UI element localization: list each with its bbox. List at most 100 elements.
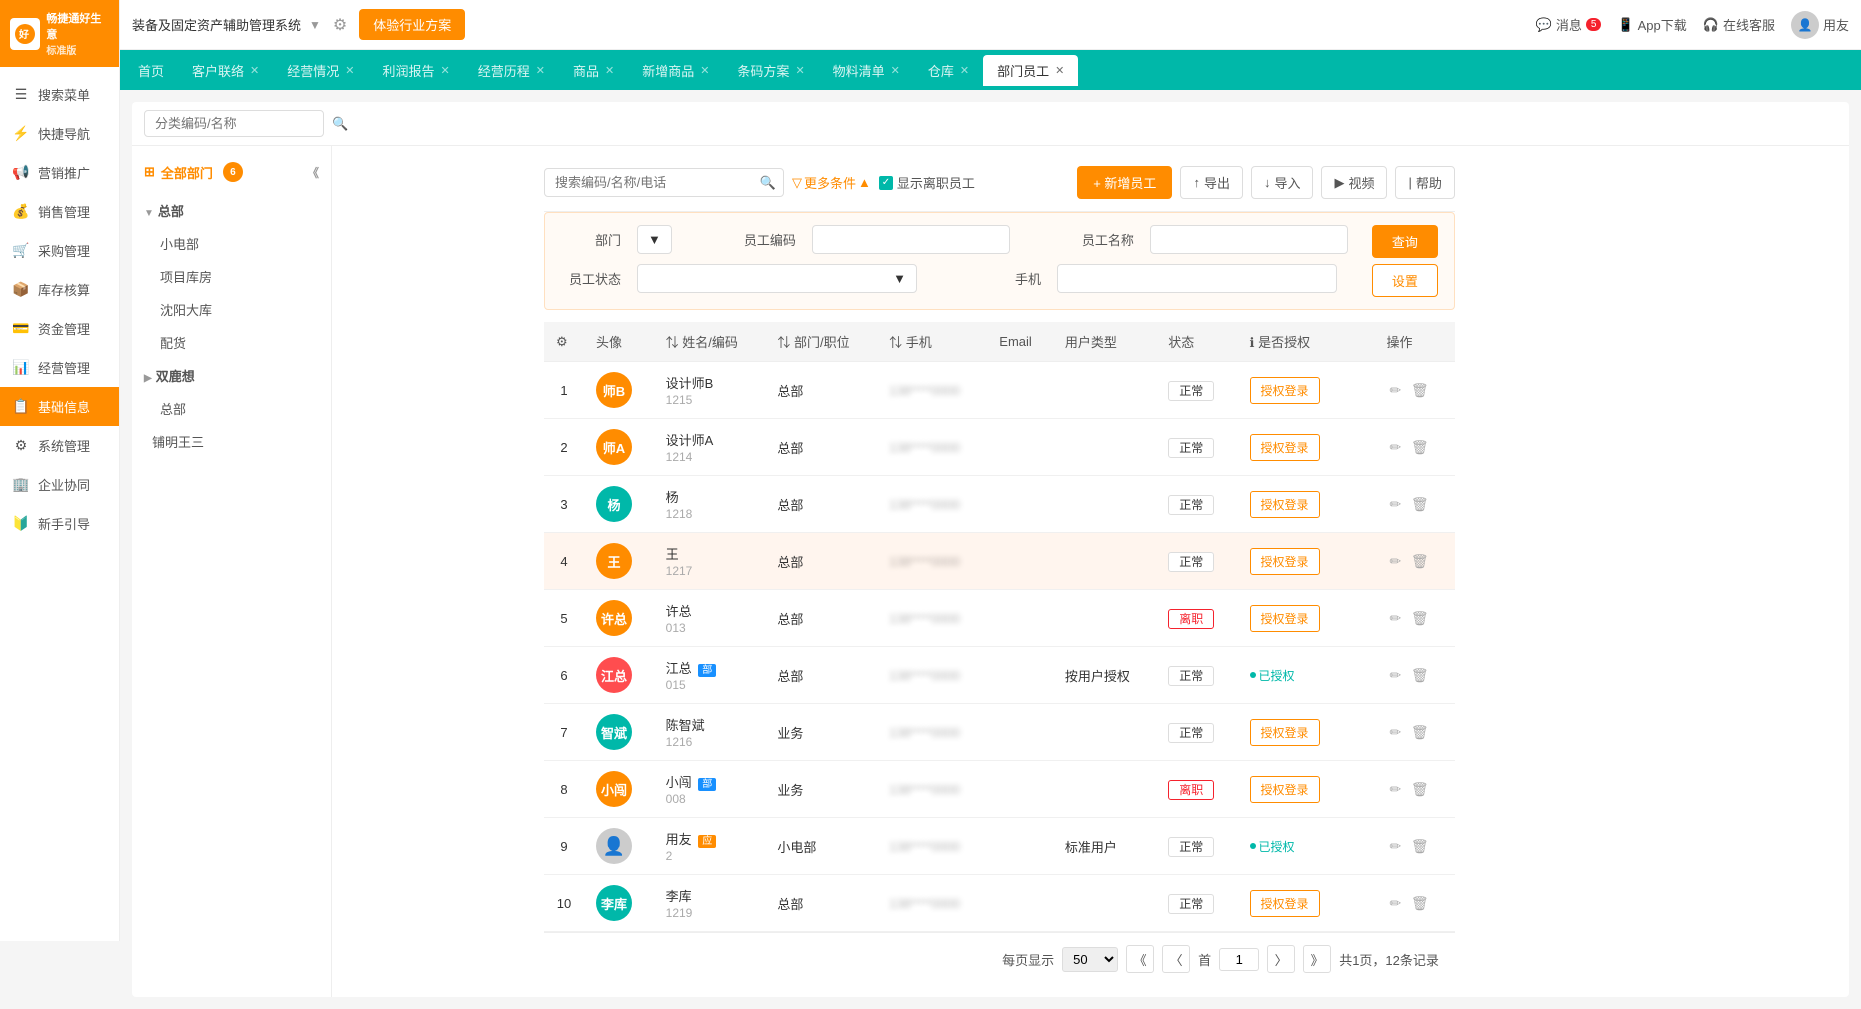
dept-group-shuangmeng[interactable]: ▶双鹿想 bbox=[132, 359, 331, 392]
settings-icon[interactable]: ⚙ bbox=[333, 15, 347, 35]
delete-icon[interactable]: 🗑 bbox=[1411, 781, 1429, 797]
sidebar-item-marketing[interactable]: 📢 营销推广 bbox=[0, 153, 119, 192]
tab-warehouse[interactable]: 仓库 ✕ bbox=[914, 55, 983, 86]
delete-icon[interactable]: 🗑 bbox=[1411, 724, 1429, 740]
emp-status-select[interactable]: ▼ bbox=[637, 264, 917, 293]
edit-icon[interactable]: ✏ bbox=[1390, 838, 1402, 854]
tab-operation-status[interactable]: 经营情况 ✕ bbox=[273, 55, 368, 86]
auth-login-btn[interactable]: 授权登录 bbox=[1250, 890, 1320, 917]
tab-goods[interactable]: 商品 ✕ bbox=[559, 55, 628, 86]
tab-customer[interactable]: 客户联络 ✕ bbox=[178, 55, 273, 86]
tab-bom[interactable]: 物料清单 ✕ bbox=[819, 55, 914, 86]
col-name-code[interactable]: ⇅ 姓名/编码 bbox=[654, 322, 766, 362]
edit-icon[interactable]: ✏ bbox=[1390, 382, 1402, 398]
help-btn[interactable]: | 帮助 bbox=[1395, 166, 1454, 199]
first-page-btn[interactable]: 《 bbox=[1126, 945, 1154, 973]
auth-login-btn[interactable]: 授权登录 bbox=[1250, 719, 1320, 746]
tab-warehouse-close-icon[interactable]: ✕ bbox=[960, 64, 969, 77]
sidebar-item-sales[interactable]: 💰 销售管理 bbox=[0, 192, 119, 231]
per-page-select[interactable]: 50 20 100 bbox=[1062, 947, 1118, 972]
edit-icon[interactable]: ✏ bbox=[1390, 553, 1402, 569]
delete-icon[interactable]: 🗑 bbox=[1411, 895, 1429, 911]
show-resign-toggle[interactable]: ✓ 显示离职员工 bbox=[879, 173, 975, 192]
sidebar-item-operation[interactable]: 📊 经营管理 bbox=[0, 348, 119, 387]
dept-filter-icon[interactable]: 6 bbox=[223, 162, 243, 182]
tab-customer-close-icon[interactable]: ✕ bbox=[250, 64, 259, 77]
tab-add-goods[interactable]: 新增商品 ✕ bbox=[628, 55, 723, 86]
next-page-btn[interactable]: 〉 bbox=[1267, 945, 1295, 973]
dept-sub-xiangmu[interactable]: 项目库房 bbox=[132, 260, 331, 293]
add-employee-btn[interactable]: + 新增员工 bbox=[1077, 166, 1172, 199]
last-page-btn[interactable]: 》 bbox=[1303, 945, 1331, 973]
tab-biz-history[interactable]: 经营历程 ✕ bbox=[464, 55, 559, 86]
edit-icon[interactable]: ✏ bbox=[1390, 781, 1402, 797]
try-industry-btn[interactable]: 体验行业方案 bbox=[359, 9, 465, 40]
tab-profit[interactable]: 利润报告 ✕ bbox=[368, 55, 463, 86]
dept-collapse-icon[interactable]: 《 bbox=[307, 164, 319, 181]
prev-page-btn[interactable]: 〈 bbox=[1162, 945, 1190, 973]
emp-name-input[interactable] bbox=[1150, 225, 1348, 254]
online-service-btn[interactable]: 🎧 在线客服 bbox=[1703, 15, 1775, 34]
tab-operation-status-close-icon[interactable]: ✕ bbox=[345, 64, 354, 77]
app-download-btn[interactable]: 📱 App下载 bbox=[1617, 15, 1686, 34]
delete-icon[interactable]: 🗑 bbox=[1411, 610, 1429, 626]
auth-login-btn[interactable]: 授权登录 bbox=[1250, 605, 1320, 632]
show-resign-checkbox[interactable]: ✓ bbox=[879, 176, 893, 190]
edit-icon[interactable]: ✏ bbox=[1390, 667, 1402, 683]
sidebar-item-quicknav[interactable]: ⚡ 快捷导航 bbox=[0, 114, 119, 153]
delete-icon[interactable]: 🗑 bbox=[1411, 838, 1429, 854]
page-input[interactable] bbox=[1219, 948, 1259, 971]
tab-barcode-close-icon[interactable]: ✕ bbox=[795, 64, 804, 77]
delete-icon[interactable]: 🗑 bbox=[1411, 496, 1429, 512]
tab-add-goods-close-icon[interactable]: ✕ bbox=[700, 64, 709, 77]
message-btn[interactable]: 💬 消息 5 bbox=[1536, 15, 1602, 34]
sidebar-item-guide[interactable]: 🔰 新手引导 bbox=[0, 504, 119, 543]
dept-sub-peihuo[interactable]: 配货 bbox=[132, 326, 331, 359]
dept-sub-zongbu2[interactable]: 总部 bbox=[132, 392, 331, 425]
sidebar-item-purchase[interactable]: 🛒 采购管理 bbox=[0, 231, 119, 270]
dept-sub-shenyang[interactable]: 沈阳大库 bbox=[132, 293, 331, 326]
dept-item-puming[interactable]: 铺明王三 bbox=[132, 425, 331, 458]
tab-biz-history-close-icon[interactable]: ✕ bbox=[536, 64, 545, 77]
phone-input[interactable] bbox=[1057, 264, 1337, 293]
user-menu-btn[interactable]: 👤 用友 bbox=[1791, 11, 1849, 39]
tab-home[interactable]: 首页 bbox=[124, 55, 178, 86]
category-search-input[interactable] bbox=[144, 110, 324, 137]
auth-login-btn[interactable]: 授权登录 bbox=[1250, 491, 1320, 518]
tab-bom-close-icon[interactable]: ✕ bbox=[891, 64, 900, 77]
dept-sub-xiaodian[interactable]: 小电部 bbox=[132, 227, 331, 260]
sidebar-item-enterprise[interactable]: 🏢 企业协同 bbox=[0, 465, 119, 504]
set-btn[interactable]: 设置 bbox=[1372, 264, 1438, 297]
dropdown-arrow-icon[interactable]: ▼ bbox=[309, 18, 321, 32]
export-btn[interactable]: ↑ 导出 bbox=[1180, 166, 1243, 199]
search-submit-icon[interactable]: 🔍 bbox=[760, 175, 776, 191]
tab-dept-staff[interactable]: 部门员工 ✕ bbox=[983, 55, 1078, 86]
delete-icon[interactable]: 🗑 bbox=[1411, 439, 1429, 455]
edit-icon[interactable]: ✏ bbox=[1390, 610, 1402, 626]
col-dept-position[interactable]: ⇅ 部门/职位 bbox=[765, 322, 877, 362]
tab-dept-staff-close-icon[interactable]: ✕ bbox=[1055, 64, 1064, 77]
dept-group-zonbu[interactable]: ▼总部 bbox=[132, 194, 331, 227]
import-btn[interactable]: ↓ 导入 bbox=[1251, 166, 1314, 199]
tab-goods-close-icon[interactable]: ✕ bbox=[605, 64, 614, 77]
emp-code-input[interactable] bbox=[812, 225, 1010, 254]
sidebar-item-inventory[interactable]: 📦 库存核算 bbox=[0, 270, 119, 309]
col-phone[interactable]: ⇅ 手机 bbox=[877, 322, 987, 362]
auth-login-btn[interactable]: 授权登录 bbox=[1250, 434, 1320, 461]
delete-icon[interactable]: 🗑 bbox=[1411, 382, 1429, 398]
edit-icon[interactable]: ✏ bbox=[1390, 439, 1402, 455]
auth-login-btn[interactable]: 授权登录 bbox=[1250, 548, 1320, 575]
sidebar-item-basic-info[interactable]: 📋 基础信息 bbox=[0, 387, 119, 426]
video-btn[interactable]: ▶ 视频 bbox=[1321, 166, 1387, 199]
auth-login-btn[interactable]: 授权登录 bbox=[1250, 377, 1320, 404]
query-btn[interactable]: 查询 bbox=[1372, 225, 1438, 258]
edit-icon[interactable]: ✏ bbox=[1390, 895, 1402, 911]
tab-barcode[interactable]: 条码方案 ✕ bbox=[723, 55, 818, 86]
search-input[interactable] bbox=[544, 168, 784, 197]
col-settings[interactable]: ⚙ bbox=[544, 322, 584, 362]
sidebar-item-system[interactable]: ⚙ 系统管理 bbox=[0, 426, 119, 465]
more-conditions-btn[interactable]: ▽ 更多条件 ▲ bbox=[792, 173, 871, 192]
dept-filter-select[interactable]: ▼ bbox=[637, 225, 672, 254]
delete-icon[interactable]: 🗑 bbox=[1411, 667, 1429, 683]
sidebar-item-finance[interactable]: 💳 资金管理 bbox=[0, 309, 119, 348]
